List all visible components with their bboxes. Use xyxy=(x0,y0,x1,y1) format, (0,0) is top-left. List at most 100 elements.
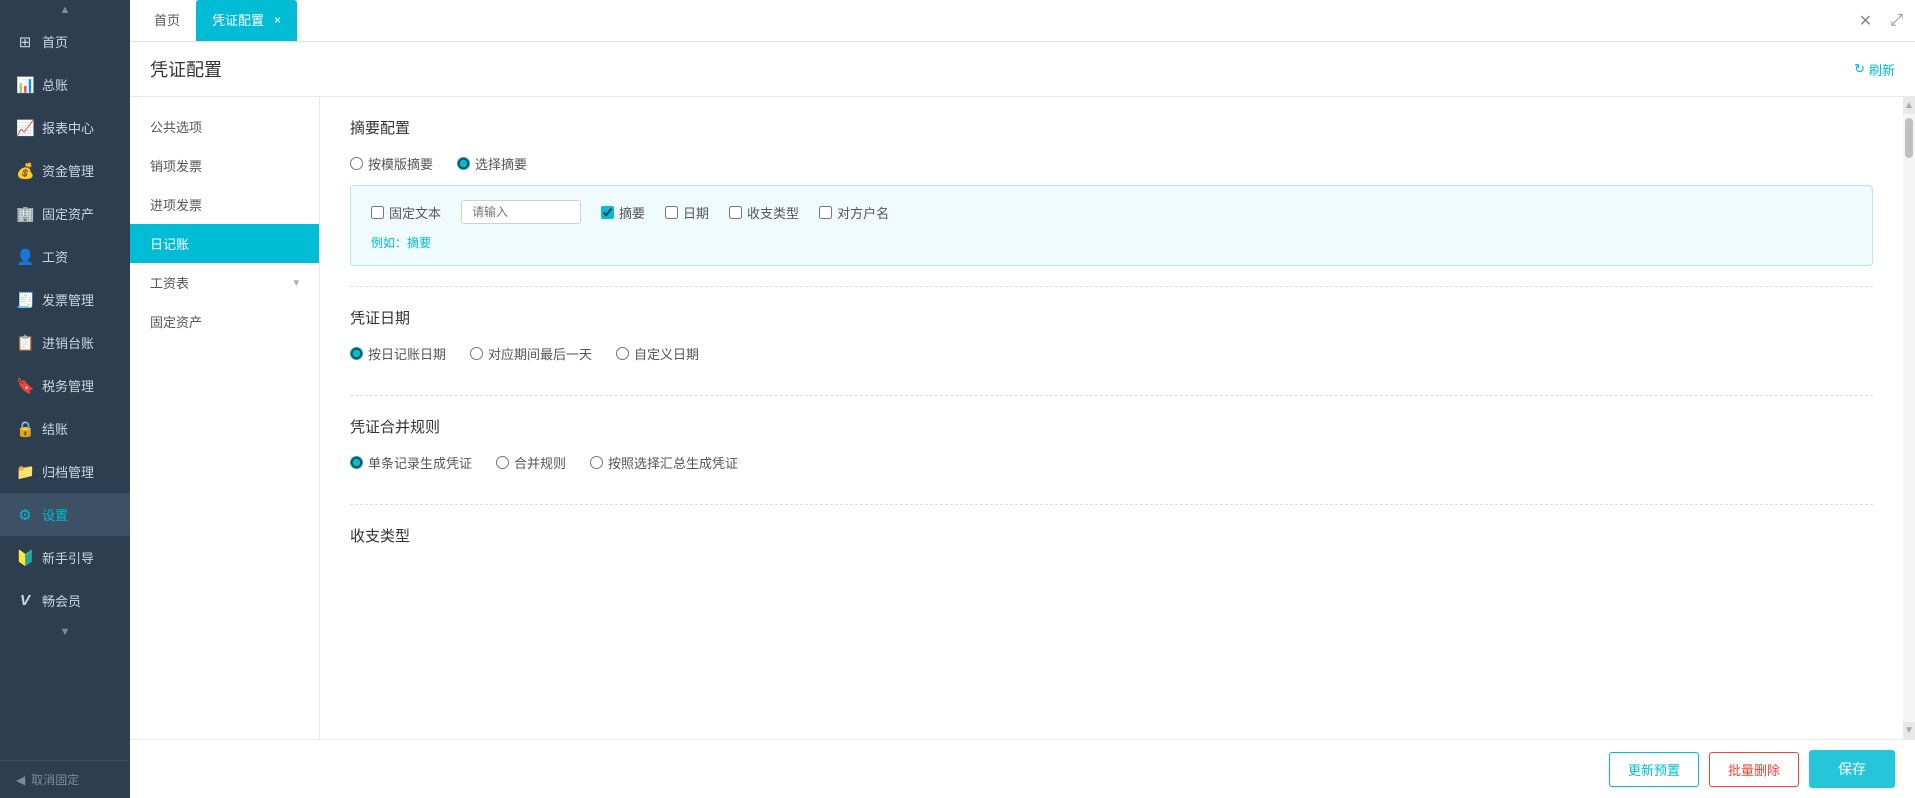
sidebar-item-archive[interactable]: 📁 归档管理 xyxy=(0,450,130,493)
reports-icon: 📈 xyxy=(16,119,34,137)
tab-close-icon[interactable]: × xyxy=(274,13,281,27)
tab-voucher-config[interactable]: 凭证配置 × xyxy=(196,0,297,41)
date-cb-label: 日期 xyxy=(683,203,709,222)
sidebar-item-label: 归档管理 xyxy=(42,462,94,481)
assets-icon: 🏢 xyxy=(16,205,34,223)
sidebar-scroll-up[interactable]: ▲ xyxy=(0,0,130,20)
sidebar-item-reports[interactable]: 📈 报表中心 xyxy=(0,106,130,149)
merge-radio-group: 单条记录生成凭证 合并规则 按照选择汇总生成凭证 xyxy=(350,453,1873,472)
page-header: 凭证配置 ↻ 刷新 xyxy=(130,42,1915,97)
radio-single-input[interactable] xyxy=(350,456,363,469)
radio-last-day-input[interactable] xyxy=(470,347,483,360)
save-button[interactable]: 保存 xyxy=(1809,750,1895,788)
member-icon: V xyxy=(16,592,34,609)
batch-delete-button[interactable]: 批量删除 xyxy=(1709,752,1799,787)
checkbox-fixed-text-input[interactable] xyxy=(371,206,384,219)
voucher-date-radio-group: 按日记账日期 对应期间最后一天 自定义日期 xyxy=(350,344,1873,363)
sidebar-item-label: 工资 xyxy=(42,247,68,266)
income-cb-label: 收支类型 xyxy=(747,203,799,222)
right-content: 摘要配置 按模版摘要 选择摘要 xyxy=(320,97,1903,739)
checkbox-counterpart-input[interactable] xyxy=(819,206,832,219)
sidebar-item-label: 税务管理 xyxy=(42,376,94,395)
single-record-label: 单条记录生成凭证 xyxy=(368,453,472,472)
checkbox-fixed-text[interactable]: 固定文本 xyxy=(371,203,441,222)
tab-expand-btn[interactable]: ⤢ xyxy=(1886,8,1907,34)
checkbox-income-type[interactable]: 收支类型 xyxy=(729,203,799,222)
summary-config-section: 摘要配置 按模版摘要 选择摘要 xyxy=(350,117,1873,287)
sidebar-item-guide[interactable]: 🔰 新手引导 xyxy=(0,536,130,579)
checkbox-date[interactable]: 日期 xyxy=(665,203,709,222)
sidebar-item-tax[interactable]: 🔖 税务管理 xyxy=(0,364,130,407)
merge-rules-label: 合并规则 xyxy=(514,453,566,472)
scroll-down-arrow[interactable]: ▼ xyxy=(1903,722,1915,739)
nav-item-label: 固定资产 xyxy=(150,312,202,331)
sidebar-unpin[interactable]: ◀ 取消固定 xyxy=(0,760,130,798)
sidebar-item-home[interactable]: ⊞ 首页 xyxy=(0,20,130,63)
sidebar-item-payroll[interactable]: 👤 工资 xyxy=(0,235,130,278)
checkbox-counterpart[interactable]: 对方户名 xyxy=(819,203,889,222)
radio-template-label: 按模版摘要 xyxy=(368,154,433,173)
unpin-label: 取消固定 xyxy=(31,771,79,788)
page-title: 凭证配置 xyxy=(150,56,222,82)
checkbox-summary[interactable]: 摘要 xyxy=(601,203,645,222)
tab-home-label: 首页 xyxy=(154,13,180,28)
fixed-text-input[interactable] xyxy=(461,200,581,224)
sidebar-item-label: 结账 xyxy=(42,419,68,438)
sidebar-item-member[interactable]: V 畅会员 xyxy=(0,579,130,622)
radio-custom-date[interactable]: 自定义日期 xyxy=(616,344,699,363)
scroll-thumb[interactable] xyxy=(1905,118,1913,158)
nav-item-journal[interactable]: 日记账 xyxy=(130,224,319,263)
voucher-date-title: 凭证日期 xyxy=(350,307,1873,328)
sidebar-scroll-down[interactable]: ▼ xyxy=(0,622,130,642)
sidebar-item-settings[interactable]: ⚙ 设置 xyxy=(0,493,130,536)
scroll-up-arrow[interactable]: ▲ xyxy=(1903,97,1915,114)
sidebar: ▲ ⊞ 首页 📊 总账 📈 报表中心 💰 资金管理 🏢 固定资产 👤 工资 🧾 … xyxy=(0,0,130,798)
refresh-button[interactable]: ↻ 刷新 xyxy=(1854,60,1895,79)
update-preview-button[interactable]: 更新预置 xyxy=(1609,752,1699,787)
sidebar-item-purchase-sales[interactable]: 📋 进销台账 xyxy=(0,321,130,364)
radio-by-journal-date[interactable]: 按日记账日期 xyxy=(350,344,446,363)
sidebar-item-fixed-assets[interactable]: 🏢 固定资产 xyxy=(0,192,130,235)
nav-item-payroll-table[interactable]: 工资表 ▾ xyxy=(130,263,319,302)
radio-template-input[interactable] xyxy=(350,157,363,170)
radio-template-summary[interactable]: 按模版摘要 xyxy=(350,154,433,173)
radio-merge-input[interactable] xyxy=(496,456,509,469)
nav-item-label: 销项发票 xyxy=(150,156,202,175)
last-day-label: 对应期间最后一天 xyxy=(488,344,592,363)
radio-select-summary[interactable]: 选择摘要 xyxy=(457,154,527,173)
sidebar-item-funds[interactable]: 💰 资金管理 xyxy=(0,149,130,192)
guide-icon: 🔰 xyxy=(16,549,34,567)
checkbox-row: 固定文本 摘要 日期 xyxy=(371,200,1852,224)
sidebar-item-general-ledger[interactable]: 📊 总账 xyxy=(0,63,130,106)
radio-select-merge-input[interactable] xyxy=(590,456,603,469)
checkbox-income-input[interactable] xyxy=(729,206,742,219)
custom-date-label: 自定义日期 xyxy=(634,344,699,363)
radio-merge-rules[interactable]: 合并规则 xyxy=(496,453,566,472)
nav-item-fixed-assets[interactable]: 固定资产 xyxy=(130,302,319,341)
sidebar-item-label: 报表中心 xyxy=(42,118,94,137)
nav-item-sales-invoice[interactable]: 销项发票 xyxy=(130,146,319,185)
example-text: 例如：摘要 xyxy=(371,234,1852,251)
tab-close-btn[interactable]: ✕ xyxy=(1855,7,1876,35)
radio-select-input[interactable] xyxy=(457,157,470,170)
refresh-icon: ↻ xyxy=(1854,61,1865,77)
nav-item-public[interactable]: 公共选项 xyxy=(130,107,319,146)
radio-last-day[interactable]: 对应期间最后一天 xyxy=(470,344,592,363)
radio-single-record[interactable]: 单条记录生成凭证 xyxy=(350,453,472,472)
tab-home[interactable]: 首页 xyxy=(138,0,196,41)
sidebar-item-label: 总账 xyxy=(42,75,68,94)
summary-radio-group: 按模版摘要 选择摘要 xyxy=(350,154,1873,173)
select-merge-label: 按照选择汇总生成凭证 xyxy=(608,453,738,472)
radio-select-merge[interactable]: 按照选择汇总生成凭证 xyxy=(590,453,738,472)
checkbox-date-input[interactable] xyxy=(665,206,678,219)
sidebar-item-closing[interactable]: 🔒 结账 xyxy=(0,407,130,450)
sidebar-item-invoice[interactable]: 🧾 发票管理 xyxy=(0,278,130,321)
checkbox-summary-input[interactable] xyxy=(601,206,614,219)
home-icon: ⊞ xyxy=(16,33,34,51)
sidebar-item-label: 设置 xyxy=(42,505,68,524)
radio-journal-input[interactable] xyxy=(350,347,363,360)
page-content: 凭证配置 ↻ 刷新 公共选项 销项发票 进项发票 日记账 xyxy=(130,42,1915,798)
radio-custom-input[interactable] xyxy=(616,347,629,360)
nav-item-purchase-invoice[interactable]: 进项发票 xyxy=(130,185,319,224)
main-area: 首页 凭证配置 × ✕ ⤢ 凭证配置 ↻ 刷新 公共选项 xyxy=(130,0,1915,798)
